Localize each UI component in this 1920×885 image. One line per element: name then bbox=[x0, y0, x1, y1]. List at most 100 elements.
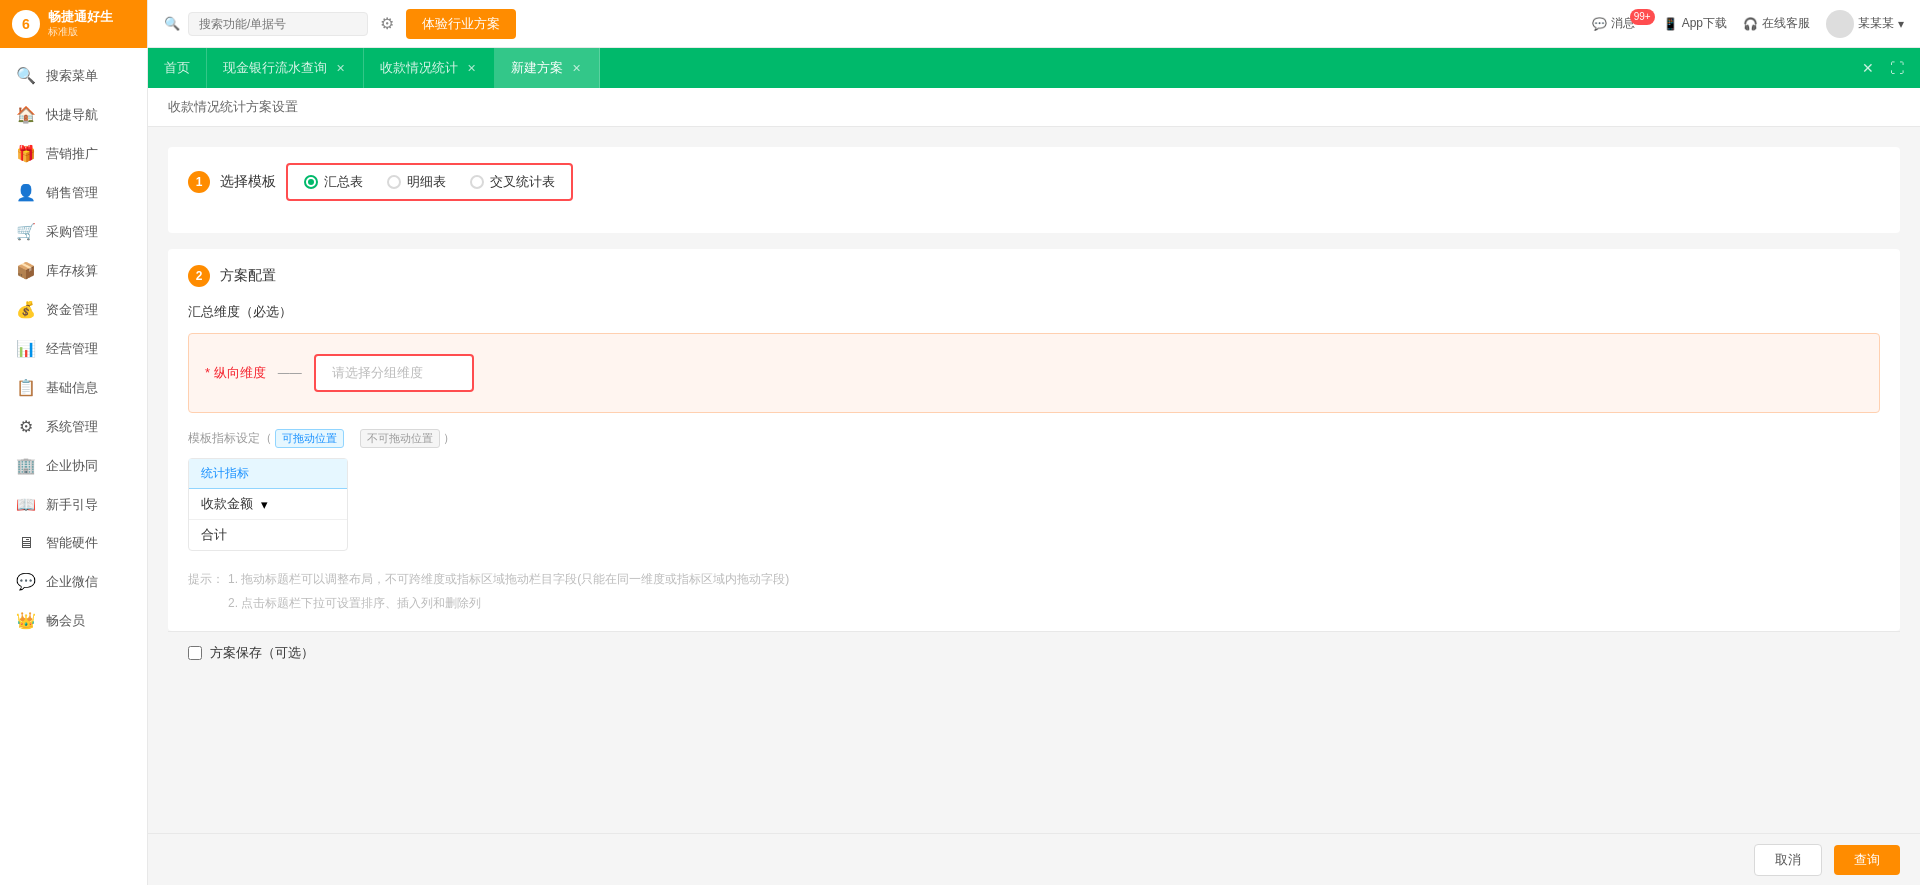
tip-line-1: 提示： 1. 拖动标题栏可以调整布局，不可跨维度或指标区域拖动栏目字段(只能在同… bbox=[188, 567, 1880, 591]
sidebar-item-label: 快捷导航 bbox=[46, 106, 98, 124]
box-icon: 📦 bbox=[16, 261, 36, 280]
chat-icon: 💬 bbox=[16, 572, 36, 591]
tab-bank-flow-close[interactable]: ✕ bbox=[333, 61, 347, 75]
tip-text-1: 1. 拖动标题栏可以调整布局，不可跨维度或指标区域拖动栏目字段(只能在同一维度或… bbox=[228, 567, 789, 591]
gear-icon: ⚙ bbox=[16, 417, 36, 436]
sidebar-item-hardware[interactable]: 🖥 智能硬件 bbox=[0, 524, 147, 562]
tab-bank-flow-label: 现金银行流水查询 bbox=[223, 59, 327, 77]
sidebar-item-marketing[interactable]: 🎁 营销推广 bbox=[0, 134, 147, 173]
chart-icon: 📊 bbox=[16, 339, 36, 358]
close-window-icon[interactable]: ✕ bbox=[1858, 56, 1878, 80]
radio-summary-label: 汇总表 bbox=[324, 173, 363, 191]
sidebar-item-sales[interactable]: 👤 销售管理 bbox=[0, 173, 147, 212]
search-menu-icon: 🔍 bbox=[16, 66, 36, 85]
tab-payment-stats-close[interactable]: ✕ bbox=[464, 61, 478, 75]
tip-text-2: 2. 点击标题栏下拉可设置排序、插入列和删除列 bbox=[228, 591, 481, 615]
sidebar-item-basics[interactable]: 📋 基础信息 bbox=[0, 368, 147, 407]
maximize-icon[interactable]: ⛶ bbox=[1886, 56, 1908, 80]
sidebar-item-label: 采购管理 bbox=[46, 223, 98, 241]
draggable-tag: 可拖动位置 bbox=[275, 429, 344, 448]
sidebar-item-purchase[interactable]: 🛒 采购管理 bbox=[0, 212, 147, 251]
tabbar: 首页 现金银行流水查询 ✕ 收款情况统计 ✕ 新建方案 ✕ ✕ ⛶ bbox=[148, 48, 1920, 88]
radio-cross-circle bbox=[470, 175, 484, 189]
sidebar-item-label: 资金管理 bbox=[46, 301, 98, 319]
avatar bbox=[1826, 10, 1854, 38]
main-area: 🔍 ⚙ 体验行业方案 💬 消息 99+ 📱 App下载 🎧 在线客服 某某某 bbox=[148, 0, 1920, 885]
dimension-area: * 纵向维度 —— 请选择分组维度 bbox=[188, 333, 1880, 413]
sidebar-item-label: 系统管理 bbox=[46, 418, 98, 436]
download-item[interactable]: 📱 App下载 bbox=[1663, 15, 1727, 32]
step2-number: 2 bbox=[188, 265, 210, 287]
sidebar-item-label: 经营管理 bbox=[46, 340, 98, 358]
radio-summary[interactable]: 汇总表 bbox=[304, 173, 363, 191]
home-icon: 🏠 bbox=[16, 105, 36, 124]
template-options: 汇总表 明细表 交叉统计表 bbox=[286, 163, 573, 201]
non-draggable-tag: 不可拖动位置 bbox=[360, 429, 440, 448]
radio-detail[interactable]: 明细表 bbox=[387, 173, 446, 191]
tab-home[interactable]: 首页 bbox=[148, 48, 207, 88]
metrics-settings-header: 模板指标设定（ 可拖动位置 不可拖动位置 ） bbox=[188, 429, 1880, 448]
sidebar-item-guide[interactable]: 📖 新手引导 bbox=[0, 485, 147, 524]
dimension-select[interactable]: 请选择分组维度 bbox=[314, 354, 474, 392]
user-profile[interactable]: 某某某 ▾ bbox=[1826, 10, 1904, 38]
dimension-arrow: —— bbox=[278, 366, 302, 380]
book-icon: 📖 bbox=[16, 495, 36, 514]
logo-text: 畅捷通好生 bbox=[48, 9, 113, 25]
step1-number: 1 bbox=[188, 171, 210, 193]
username: 某某某 bbox=[1858, 15, 1894, 32]
sidebar-item-operations[interactable]: 📊 经营管理 bbox=[0, 329, 147, 368]
radio-summary-circle bbox=[304, 175, 318, 189]
search-input[interactable] bbox=[188, 12, 368, 36]
metrics-cell-payment: 收款金额 bbox=[201, 495, 253, 513]
sidebar-item-quick-nav[interactable]: 🏠 快捷导航 bbox=[0, 95, 147, 134]
sidebar-item-wechat[interactable]: 💬 企业微信 bbox=[0, 562, 147, 601]
metrics-cell-total: 合计 bbox=[201, 526, 227, 544]
sidebar-item-funds[interactable]: 💰 资金管理 bbox=[0, 290, 147, 329]
tab-new-plan[interactable]: 新建方案 ✕ bbox=[495, 48, 600, 88]
page-body: 1 选择模板 汇总表 明细表 交叉统计表 bbox=[148, 127, 1920, 694]
cancel-button[interactable]: 取消 bbox=[1754, 844, 1822, 876]
tab-bank-flow[interactable]: 现金银行流水查询 ✕ bbox=[207, 48, 364, 88]
topbar-left: 🔍 ⚙ 体验行业方案 bbox=[164, 9, 1576, 39]
industry-btn[interactable]: 体验行业方案 bbox=[406, 9, 516, 39]
radio-cross[interactable]: 交叉统计表 bbox=[470, 173, 555, 191]
metrics-table-header: 统计指标 bbox=[189, 459, 347, 489]
sidebar-item-label: 新手引导 bbox=[46, 496, 98, 514]
metrics-row-0[interactable]: 收款金额 ▾ bbox=[189, 489, 347, 520]
sidebar-item-inventory[interactable]: 📦 库存核算 bbox=[0, 251, 147, 290]
tab-payment-stats[interactable]: 收款情况统计 ✕ bbox=[364, 48, 495, 88]
notification-item[interactable]: 💬 消息 99+ bbox=[1592, 15, 1647, 32]
sidebar-item-member[interactable]: 👑 畅会员 bbox=[0, 601, 147, 640]
logo-icon: 6 bbox=[12, 10, 40, 38]
page-footer: 方案保存（可选） bbox=[168, 631, 1900, 674]
crown-icon: 👑 bbox=[16, 611, 36, 630]
dimension-section-title: 汇总维度（必选） bbox=[188, 303, 1880, 321]
sidebar-item-enterprise[interactable]: 🏢 企业协同 bbox=[0, 446, 147, 485]
tabbar-actions: ✕ ⛶ bbox=[1846, 56, 1920, 80]
bottom-bar: 取消 查询 bbox=[148, 833, 1920, 885]
tab-new-plan-close[interactable]: ✕ bbox=[569, 61, 583, 75]
save-checkbox[interactable] bbox=[188, 646, 202, 660]
notification-icon: 💬 bbox=[1592, 17, 1607, 31]
topbar-right: 💬 消息 99+ 📱 App下载 🎧 在线客服 某某某 ▾ bbox=[1592, 10, 1904, 38]
sidebar-item-label: 智能硬件 bbox=[46, 534, 98, 552]
tip-title: 提示： bbox=[188, 567, 224, 591]
sidebar-item-label: 销售管理 bbox=[46, 184, 98, 202]
metrics-dropdown-icon: ▾ bbox=[261, 497, 268, 512]
cart-icon: 🛒 bbox=[16, 222, 36, 241]
sidebar: 6 畅捷通好生 标准版 🔍 搜索菜单 🏠 快捷导航 🎁 营销推广 👤 销售管理 … bbox=[0, 0, 148, 885]
tip-line-2: 提示： 2. 点击标题栏下拉可设置排序、插入列和删除列 bbox=[188, 591, 1880, 615]
page-content: 收款情况统计方案设置 1 选择模板 汇总表 明细表 bbox=[148, 88, 1920, 833]
metrics-row-1: 合计 bbox=[189, 520, 347, 550]
sidebar-item-system[interactable]: ⚙ 系统管理 bbox=[0, 407, 147, 446]
step2-header: 2 方案配置 bbox=[188, 265, 1880, 287]
tips-section: 提示： 1. 拖动标题栏可以调整布局，不可跨维度或指标区域拖动栏目字段(只能在同… bbox=[188, 567, 1880, 615]
service-label: 在线客服 bbox=[1762, 15, 1810, 32]
sidebar-item-label: 企业协同 bbox=[46, 457, 98, 475]
settings-icon[interactable]: ⚙ bbox=[376, 10, 398, 37]
query-button[interactable]: 查询 bbox=[1834, 845, 1900, 875]
sidebar-item-search-menu[interactable]: 🔍 搜索菜单 bbox=[0, 56, 147, 95]
sidebar-item-label: 搜索菜单 bbox=[46, 67, 98, 85]
list-icon: 📋 bbox=[16, 378, 36, 397]
service-item[interactable]: 🎧 在线客服 bbox=[1743, 15, 1810, 32]
